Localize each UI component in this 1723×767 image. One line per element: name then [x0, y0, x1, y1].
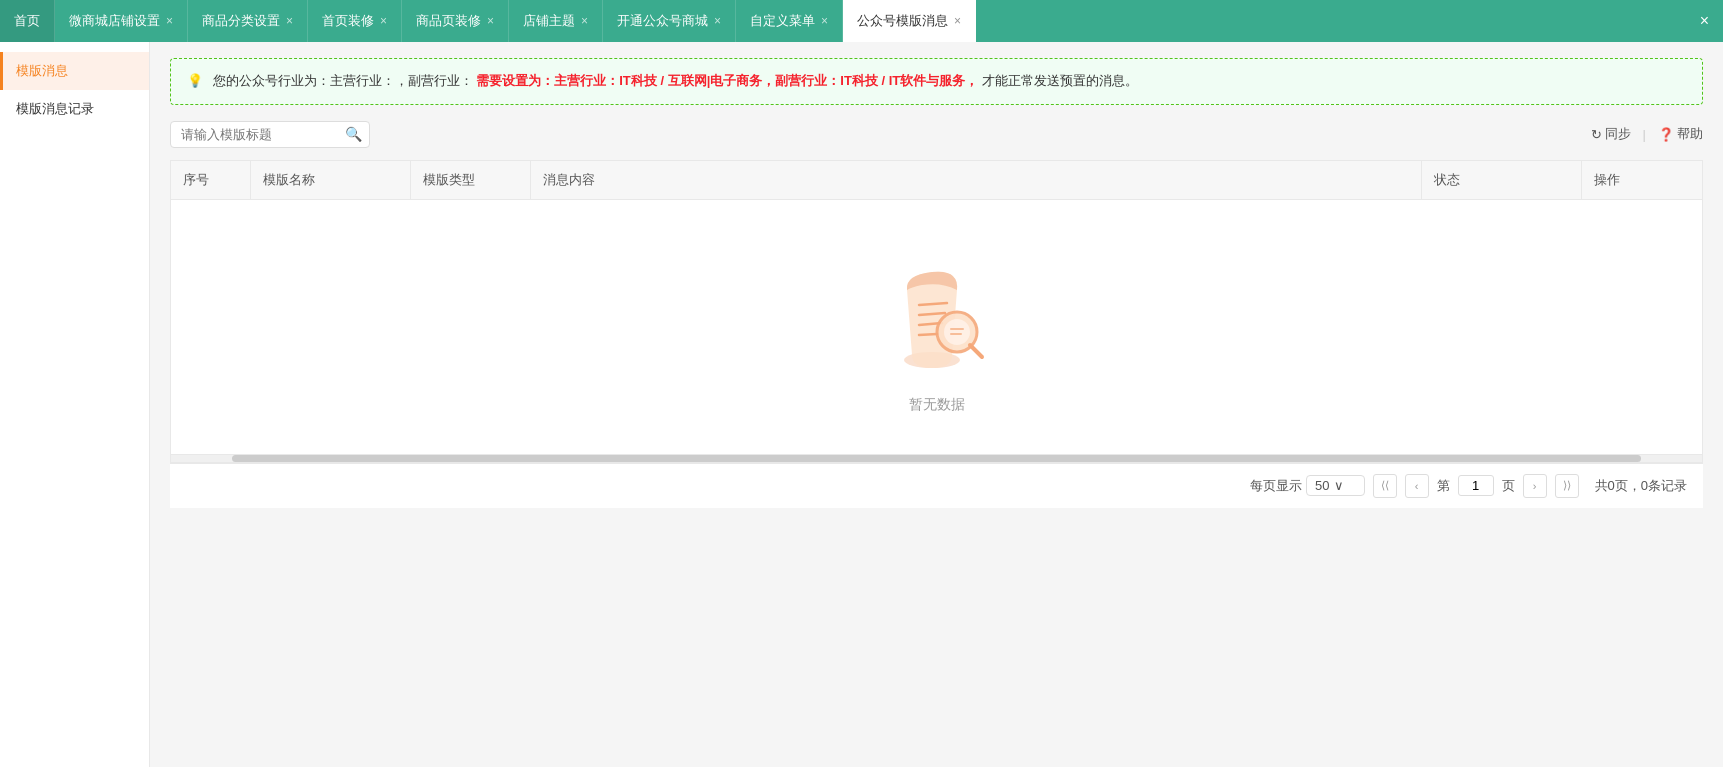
search-icon[interactable]: 🔍 — [345, 126, 362, 142]
nav-tab-template-msg[interactable]: 公众号模版消息 × — [843, 0, 976, 42]
nav-tab-product-category[interactable]: 商品分类设置 × — [188, 0, 308, 42]
table-header: 序号 模版名称 模版类型 消息内容 状态 操作 — [171, 161, 1702, 200]
nav-tab-custom-menu[interactable]: 自定义菜单 × — [736, 0, 843, 42]
page-total: 共0页，0条记录 — [1595, 477, 1687, 495]
horizontal-scrollbar[interactable] — [171, 454, 1702, 462]
th-content: 消息内容 — [531, 161, 1422, 199]
sidebar-item-template-msg-log[interactable]: 模版消息记录 — [0, 90, 149, 128]
svg-line-7 — [970, 345, 982, 357]
nav-tab-home[interactable]: 首页 — [0, 0, 55, 42]
close-icon[interactable]: × — [487, 14, 494, 28]
close-icon[interactable]: × — [821, 14, 828, 28]
pagination: 每页显示 50 ∨ ⟨⟨ ‹ 第 页 › ⟩⟩ 共0页，0条记录 — [170, 463, 1703, 508]
close-icon[interactable]: × — [714, 14, 721, 28]
notice-box: 💡 您的公众号行业为：主营行业：，副营行业： 需要设置为：主营行业：IT科技 /… — [170, 58, 1703, 105]
search-bar: 🔍 ↻ 同步 | ❓ 帮助 — [170, 121, 1703, 148]
divider: | — [1643, 127, 1646, 142]
main-content: 💡 您的公众号行业为：主营行业：，副营行业： 需要设置为：主营行业：IT科技 /… — [150, 42, 1723, 767]
last-page-button[interactable]: ⟩⟩ — [1555, 474, 1579, 498]
search-left: 🔍 — [170, 121, 370, 148]
first-page-button[interactable]: ⟨⟨ — [1373, 474, 1397, 498]
nav-tab-open-shop[interactable]: 开通公众号商城 × — [603, 0, 736, 42]
close-icon[interactable]: × — [286, 14, 293, 28]
nav-tab-shop-theme[interactable]: 店铺主题 × — [509, 0, 603, 42]
search-right: ↻ 同步 | ❓ 帮助 — [1591, 125, 1703, 143]
empty-text: 暂无数据 — [909, 396, 965, 414]
chevron-down-icon: ∨ — [1334, 478, 1344, 493]
empty-illustration — [877, 260, 997, 380]
close-icon[interactable]: × — [166, 14, 173, 28]
svg-point-6 — [944, 319, 970, 345]
sync-button[interactable]: ↻ 同步 — [1591, 125, 1631, 143]
nav-tab-home-decor[interactable]: 首页装修 × — [308, 0, 402, 42]
data-table: 序号 模版名称 模版类型 消息内容 状态 操作 — [170, 160, 1703, 463]
close-icon[interactable]: × — [380, 14, 387, 28]
help-button[interactable]: ❓ 帮助 — [1658, 125, 1703, 143]
nav-tab-wshop-setting[interactable]: 微商城店铺设置 × — [55, 0, 188, 42]
svg-line-4 — [919, 334, 937, 335]
th-status: 状态 — [1422, 161, 1582, 199]
scroll-thumb[interactable] — [232, 455, 1641, 462]
close-icon[interactable]: × — [581, 14, 588, 28]
prev-page-button[interactable]: ‹ — [1405, 474, 1429, 498]
th-name: 模版名称 — [251, 161, 411, 199]
sync-icon: ↻ — [1591, 127, 1602, 142]
next-page-button[interactable]: › — [1523, 474, 1547, 498]
page-input[interactable] — [1458, 475, 1494, 496]
main-layout: 模版消息 模版消息记录 💡 您的公众号行业为：主营行业：，副营行业： 需要设置为… — [0, 42, 1723, 767]
empty-state: 暂无数据 — [171, 200, 1702, 454]
search-input[interactable] — [170, 121, 370, 148]
sidebar-item-template-msg[interactable]: 模版消息 — [0, 52, 149, 90]
th-action: 操作 — [1582, 161, 1702, 199]
top-nav: 首页 微商城店铺设置 × 商品分类设置 × 首页装修 × 商品页装修 × 店铺主… — [0, 0, 1723, 42]
close-all-button[interactable]: × — [1686, 12, 1723, 30]
help-icon: ❓ — [1658, 127, 1674, 142]
nav-tab-product-decor[interactable]: 商品页装修 × — [402, 0, 509, 42]
page-size-dropdown[interactable]: 50 ∨ — [1306, 475, 1364, 496]
th-type: 模版类型 — [411, 161, 531, 199]
search-input-wrap: 🔍 — [170, 121, 370, 148]
page-size-select: 每页显示 50 ∨ — [1250, 475, 1364, 496]
sidebar: 模版消息 模版消息记录 — [0, 42, 150, 767]
th-index: 序号 — [171, 161, 251, 199]
close-icon[interactable]: × — [954, 14, 961, 28]
lightbulb-icon: 💡 — [187, 73, 203, 88]
